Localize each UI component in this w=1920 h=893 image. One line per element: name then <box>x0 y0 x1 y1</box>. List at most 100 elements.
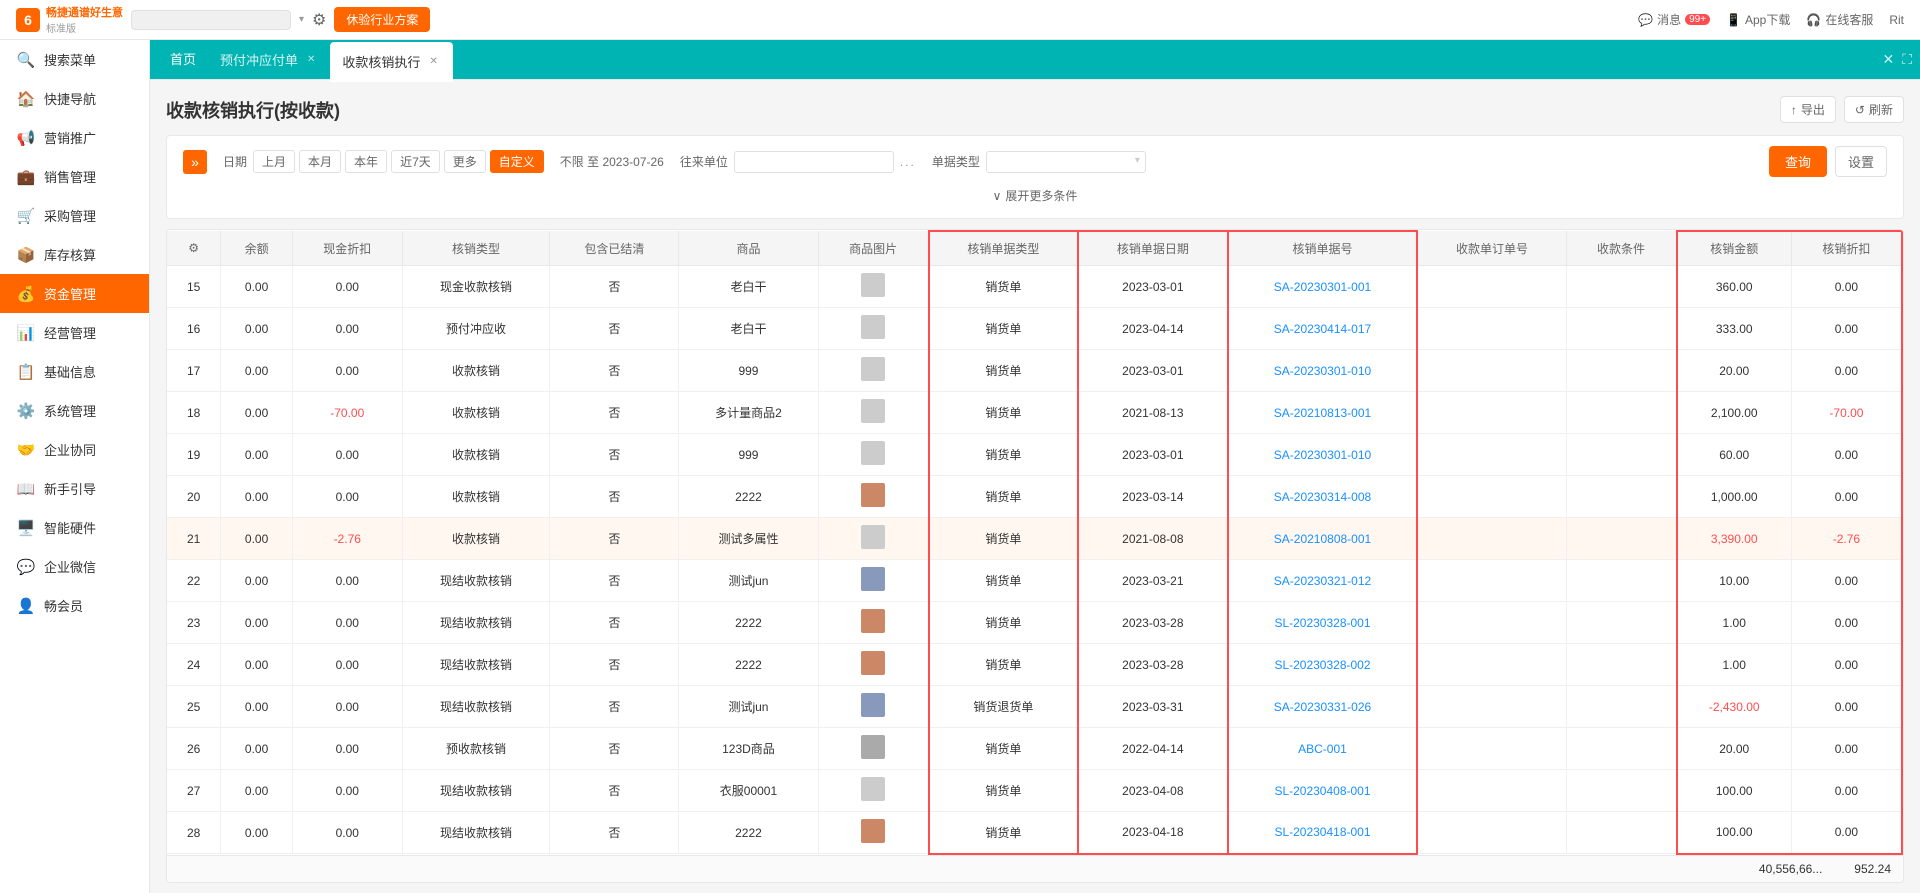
user-area[interactable]: Rit <box>1889 13 1904 27</box>
cell-idx: 17 <box>167 350 221 392</box>
doc-no-link[interactable]: SL-20230408-001 <box>1274 784 1370 798</box>
cell-product-img <box>818 266 929 308</box>
cell-cancel-doc-date: 2021-08-08 <box>1078 518 1227 560</box>
cell-cancel-doc-no: SA-20230314-008 <box>1228 476 1418 518</box>
doc-no-link[interactable]: SA-20230301-001 <box>1274 280 1371 294</box>
tab-prepay-close[interactable]: ✕ <box>304 53 318 66</box>
date-btn-7days[interactable]: 近7天 <box>391 150 440 173</box>
app-download-area[interactable]: 📱 App下载 <box>1726 11 1790 28</box>
date-btn-custom[interactable]: 自定义 <box>490 150 544 173</box>
date-range-text: 不限 至 2023-07-26 <box>560 153 664 170</box>
sidebar-item-purchase[interactable]: 🛒 采购管理 <box>0 196 149 235</box>
query-button[interactable]: 查询 <box>1769 146 1827 177</box>
brand-name: 畅捷通谱好生意 <box>46 4 123 20</box>
cell-cancel-discount: -70.00 <box>1791 392 1902 434</box>
doc-no-link[interactable]: SL-20230328-001 <box>1274 616 1370 630</box>
doc-no-link[interactable]: SA-20230301-010 <box>1274 448 1371 462</box>
cell-include-settled: 否 <box>550 434 679 476</box>
tab-expand-button[interactable]: ⛶ <box>1902 51 1912 68</box>
date-btn-this-year[interactable]: 本年 <box>345 150 387 173</box>
online-service-area[interactable]: 🎧 在线客服 <box>1806 11 1873 28</box>
settings-icon[interactable]: ⚙ <box>312 10 326 30</box>
refresh-button[interactable]: ↺ 刷新 <box>1844 96 1904 123</box>
doc-no-link[interactable]: SL-20230328-002 <box>1274 658 1370 672</box>
tab-bar: 首页 预付冲应付单 ✕ 收款核销执行 ✕ ✕ ⛶ <box>150 40 1920 80</box>
sidebar-item-search[interactable]: 🔍 搜索菜单 <box>0 40 149 79</box>
doc-no-link[interactable]: ABC-001 <box>1298 742 1347 756</box>
cell-idx: 18 <box>167 392 221 434</box>
doc-no-link[interactable]: SA-20230414-017 <box>1274 322 1371 336</box>
doc-no-link[interactable]: SL-20230418-001 <box>1274 825 1370 839</box>
sidebar-item-member[interactable]: 👤 畅会员 <box>0 586 149 625</box>
breadcrumb-input[interactable] <box>131 10 291 30</box>
filter-expand-toggle[interactable]: » <box>183 150 207 174</box>
sidebar-item-marketing[interactable]: 📢 营销推广 <box>0 118 149 157</box>
doc-no-link[interactable]: SA-20210813-001 <box>1274 406 1371 420</box>
dropdown-arrow-icon[interactable]: ▾ <box>299 14 304 25</box>
cell-cancel-amount: 60.00 <box>1677 434 1792 476</box>
sidebar-item-wechat[interactable]: 💬 企业微信 <box>0 547 149 586</box>
cell-receipt-order-no <box>1417 518 1566 560</box>
tab-close-all-button[interactable]: ✕ <box>1882 51 1894 68</box>
sidebar-label-basic: 基础信息 <box>44 362 96 381</box>
box-icon: 📦 <box>16 246 36 264</box>
sidebar-item-basic[interactable]: 📋 基础信息 <box>0 352 149 391</box>
cell-balance: 0.00 <box>221 686 293 728</box>
cell-product: 老白干 <box>679 308 818 350</box>
cell-product-img <box>818 686 929 728</box>
sidebar-item-shortcut[interactable]: 🏠 快捷导航 <box>0 79 149 118</box>
cell-product-img <box>818 644 929 686</box>
date-btn-this-month[interactable]: 本月 <box>299 150 341 173</box>
tab-receipt[interactable]: 收款核销执行 ✕ <box>330 42 452 82</box>
page-title-row: 收款核销执行(按收款) ↑ 导出 ↺ 刷新 <box>166 96 1904 123</box>
cell-cash-discount: 0.00 <box>292 476 402 518</box>
cell-idx: 15 <box>167 266 221 308</box>
th-settings[interactable]: ⚙ <box>167 231 221 266</box>
sidebar: 🔍 搜索菜单 🏠 快捷导航 📢 营销推广 💼 销售管理 🛒 采购管理 📦 库存核… <box>0 40 150 893</box>
date-btn-last-month[interactable]: 上月 <box>253 150 295 173</box>
sidebar-item-collab[interactable]: 🤝 企业协同 <box>0 430 149 469</box>
doc-no-link[interactable]: SA-20230331-026 <box>1274 700 1371 714</box>
sidebar-item-system[interactable]: ⚙️ 系统管理 <box>0 391 149 430</box>
doc-type-select[interactable] <box>986 151 1146 173</box>
tab-receipt-close[interactable]: ✕ <box>426 55 440 68</box>
filter-unit-item: 往来单位 ... <box>680 151 916 173</box>
sidebar-item-sales[interactable]: 💼 销售管理 <box>0 157 149 196</box>
industry-button[interactable]: 休验行业方案 <box>334 7 430 32</box>
doc-no-link[interactable]: SA-20210808-001 <box>1274 532 1371 546</box>
doc-no-link[interactable]: SA-20230321-012 <box>1274 574 1371 588</box>
cell-idx: 28 <box>167 812 221 854</box>
tab-home[interactable]: 首页 <box>158 40 208 80</box>
brand-subtitle: 标准版 <box>46 20 123 35</box>
cell-product-img <box>818 770 929 812</box>
cell-receipt-condition <box>1566 728 1677 770</box>
doc-no-link[interactable]: SA-20230301-010 <box>1274 364 1371 378</box>
main-area: 首页 预付冲应付单 ✕ 收款核销执行 ✕ ✕ ⛶ 收款核销执行(按收款) <box>150 40 1920 893</box>
doc-no-link[interactable]: SA-20230314-008 <box>1274 490 1371 504</box>
sidebar-item-fund[interactable]: 💰 资金管理 <box>0 274 149 313</box>
date-btn-more[interactable]: 更多 <box>444 150 486 173</box>
sidebar-item-hardware[interactable]: 🖥️ 智能硬件 <box>0 508 149 547</box>
cell-receipt-condition <box>1566 266 1677 308</box>
message-area[interactable]: 💬 消息 99+ <box>1638 11 1710 28</box>
cell-receipt-condition <box>1566 350 1677 392</box>
cell-cancel-discount: 0.00 <box>1791 812 1902 854</box>
sidebar-label-search: 搜索菜单 <box>44 50 96 69</box>
cell-product: 999 <box>679 434 818 476</box>
cell-cash-discount: 0.00 <box>292 434 402 476</box>
tab-prepay[interactable]: 预付冲应付单 ✕ <box>208 40 330 80</box>
member-icon: 👤 <box>16 597 36 615</box>
sidebar-item-guide[interactable]: 📖 新手引导 <box>0 469 149 508</box>
sales-icon: 💼 <box>16 168 36 186</box>
export-button[interactable]: ↑ 导出 <box>1780 96 1836 123</box>
cell-cancel-amount: 10.00 <box>1677 560 1792 602</box>
sidebar-item-inventory[interactable]: 📦 库存核算 <box>0 235 149 274</box>
th-cancel-amount: 核销金额 <box>1677 231 1792 266</box>
sidebar-label-wechat: 企业微信 <box>44 557 96 576</box>
settings-button[interactable]: 设置 <box>1835 146 1887 177</box>
cell-cash-discount: 0.00 <box>292 686 402 728</box>
from-unit-input[interactable] <box>734 151 894 173</box>
cell-product-img <box>818 476 929 518</box>
sidebar-item-ops[interactable]: 📊 经营管理 <box>0 313 149 352</box>
expand-conditions-btn[interactable]: ∨ 展开更多条件 <box>993 187 1078 204</box>
